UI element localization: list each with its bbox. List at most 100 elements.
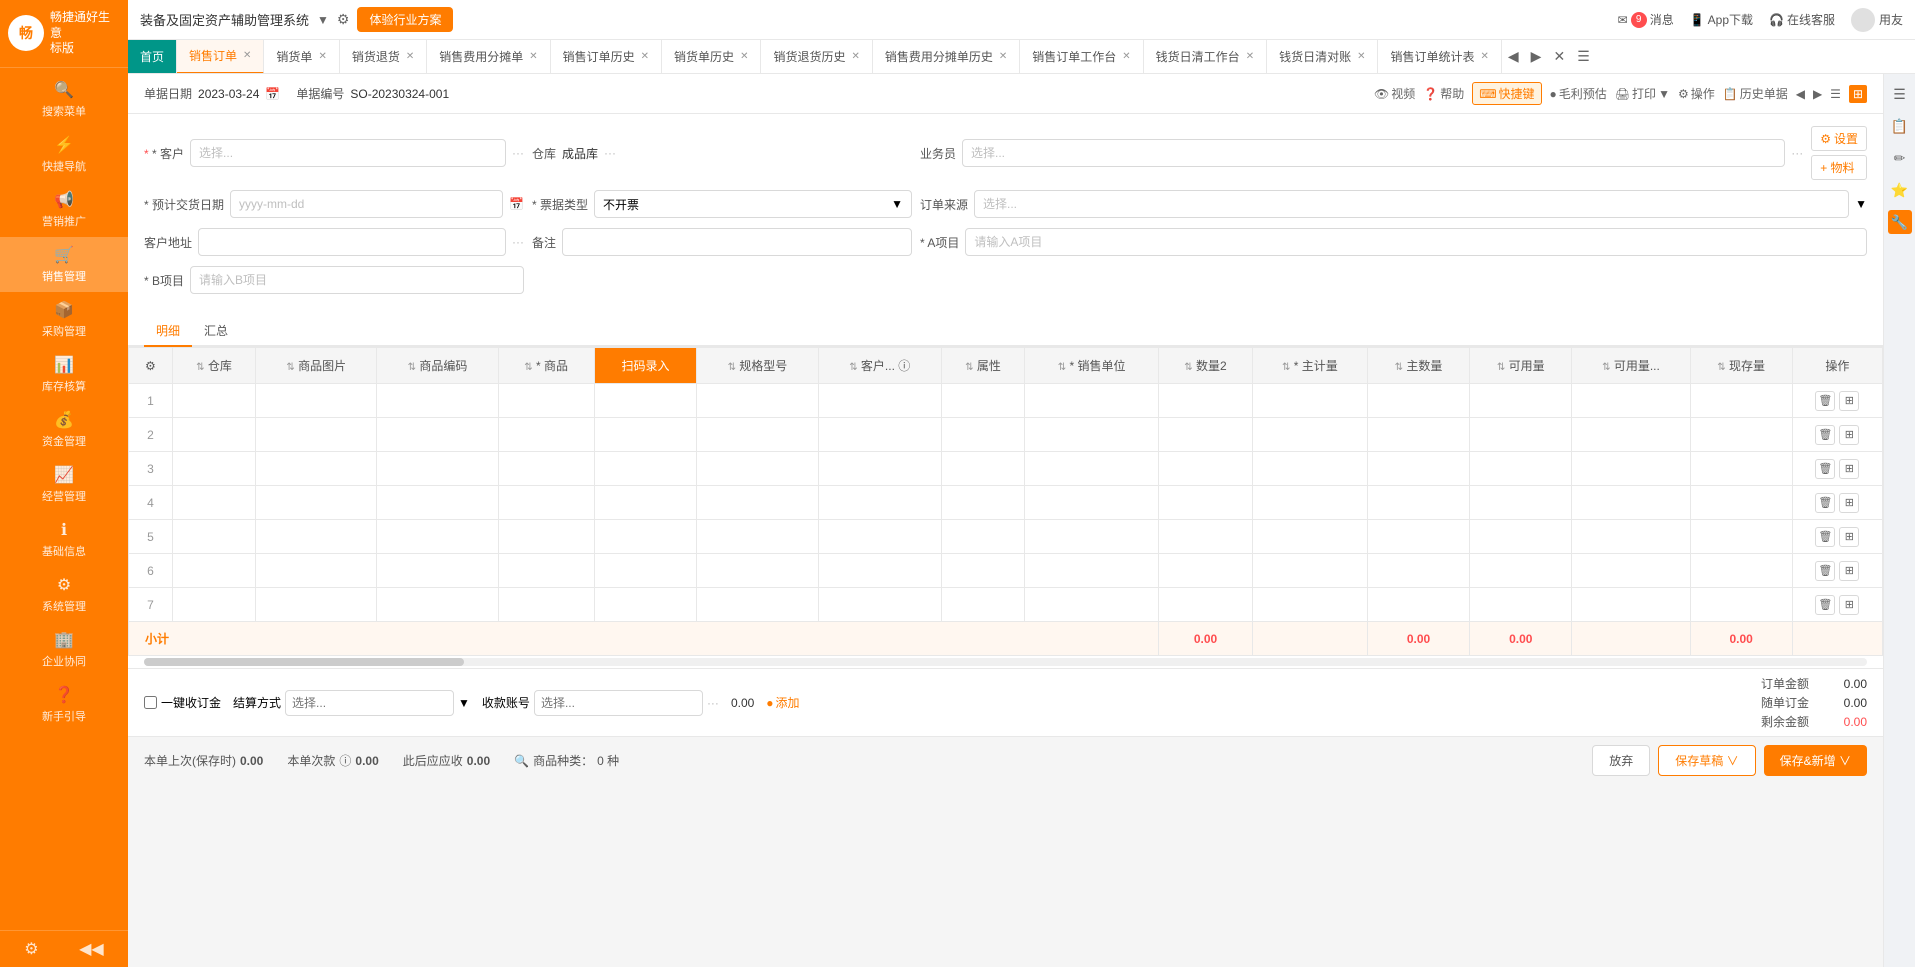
row-attr-5[interactable] — [941, 520, 1024, 554]
row-spec-3[interactable] — [697, 452, 818, 486]
view-btn[interactable]: 👁 视频 — [1374, 85, 1415, 102]
project-b-input[interactable] — [190, 266, 524, 294]
row-attr-6[interactable] — [941, 554, 1024, 588]
nav-prev-btn[interactable]: ◀ — [1796, 87, 1805, 101]
row-main-unit-1[interactable] — [1252, 384, 1367, 418]
row-current-5[interactable] — [1690, 520, 1792, 554]
row-copy-2[interactable]: ⊞ — [1839, 425, 1859, 445]
row-product-6[interactable] — [498, 554, 594, 588]
row-avail2-5[interactable] — [1572, 520, 1690, 554]
row-delete-7[interactable]: 🗑 — [1815, 595, 1835, 615]
delivery-date-input[interactable] — [230, 190, 503, 218]
row-attr-7[interactable] — [941, 588, 1024, 622]
row-unit-4[interactable] — [1025, 486, 1159, 520]
right-panel-icon-1[interactable]: ☰ — [1888, 82, 1912, 106]
order-source-input[interactable] — [974, 190, 1849, 218]
profit-btn[interactable]: ● 毛利预估 — [1550, 85, 1607, 102]
row-copy-6[interactable]: ⊞ — [1839, 561, 1859, 581]
col-settings[interactable]: ⚙ — [129, 348, 173, 384]
row-warehouse-1[interactable] — [172, 384, 255, 418]
tab-close-7[interactable]: ✕ — [851, 51, 859, 62]
delivery-date-icon[interactable]: 📅 — [509, 197, 524, 211]
row-main-unit-3[interactable] — [1252, 452, 1367, 486]
row-spec-1[interactable] — [697, 384, 818, 418]
row-delete-5[interactable]: 🗑 — [1815, 527, 1835, 547]
row-current-6[interactable] — [1690, 554, 1792, 588]
tab-item-7[interactable]: 销货退货历史✕ — [761, 40, 872, 74]
row-current-7[interactable] — [1690, 588, 1792, 622]
row-attr-3[interactable] — [941, 452, 1024, 486]
row-spec-4[interactable] — [697, 486, 818, 520]
row-warehouse-2[interactable] — [172, 418, 255, 452]
row-cust-attr-3[interactable] — [818, 452, 941, 486]
row-avail2-6[interactable] — [1572, 554, 1690, 588]
sidebar-item-6[interactable]: 💰资金管理 — [0, 402, 128, 457]
row-warehouse-7[interactable] — [172, 588, 255, 622]
row-qty2-3[interactable] — [1159, 452, 1253, 486]
row-avail2-3[interactable] — [1572, 452, 1690, 486]
tab-next-btn[interactable]: ▶ — [1525, 40, 1548, 74]
row-main-qty-2[interactable] — [1367, 418, 1469, 452]
row-attr-1[interactable] — [941, 384, 1024, 418]
row-main-qty-5[interactable] — [1367, 520, 1469, 554]
row-avail-2[interactable] — [1470, 418, 1572, 452]
message-btn[interactable]: ✉ 9 消息 — [1618, 11, 1674, 28]
row-code-1[interactable] — [377, 384, 498, 418]
row-qty2-7[interactable] — [1159, 588, 1253, 622]
tab-item-10[interactable]: 钱货日清工作台✕ — [1144, 40, 1267, 74]
row-main-qty-6[interactable] — [1367, 554, 1469, 588]
row-avail-7[interactable] — [1470, 588, 1572, 622]
customer-more-icon[interactable]: ··· — [512, 146, 524, 160]
row-unit-6[interactable] — [1025, 554, 1159, 588]
row-code-5[interactable] — [377, 520, 498, 554]
row-cust-attr-7[interactable] — [818, 588, 941, 622]
account-input[interactable] — [534, 690, 703, 716]
sidebar-item-4[interactable]: 📦采购管理 — [0, 292, 128, 347]
right-panel-icon-5[interactable]: 🔧 — [1888, 210, 1912, 234]
row-unit-7[interactable] — [1025, 588, 1159, 622]
row-code-4[interactable] — [377, 486, 498, 520]
sidebar-item-8[interactable]: ℹ基础信息 — [0, 512, 128, 567]
online-service-btn[interactable]: 🎧 在线客服 — [1769, 11, 1835, 28]
add-btn[interactable]: ● 添加 — [766, 694, 799, 711]
row-current-1[interactable] — [1690, 384, 1792, 418]
row-main-qty-3[interactable] — [1367, 452, 1469, 486]
row-avail2-4[interactable] — [1572, 486, 1690, 520]
tab-close-9[interactable]: ✕ — [1122, 51, 1130, 62]
row-avail-5[interactable] — [1470, 520, 1572, 554]
quick-close-input[interactable] — [144, 696, 157, 709]
sidebar-bottom-collapse[interactable]: ◀◀ — [79, 939, 104, 959]
save-new-btn[interactable]: 保存&新增 ∨ — [1764, 745, 1867, 776]
tab-close-6[interactable]: ✕ — [740, 51, 748, 62]
tab-item-1[interactable]: 销售订单✕ — [177, 40, 264, 74]
tab-item-0[interactable]: 首页 — [128, 40, 177, 74]
table-view-btn[interactable]: ⊞ — [1849, 85, 1867, 103]
row-unit-5[interactable] — [1025, 520, 1159, 554]
row-avail2-2[interactable] — [1572, 418, 1690, 452]
row-qty2-1[interactable] — [1159, 384, 1253, 418]
col-scan[interactable]: 扫码录入 — [594, 348, 697, 384]
row-code-6[interactable] — [377, 554, 498, 588]
table-scrollbar[interactable] — [128, 656, 1883, 668]
print-btn[interactable]: 🖨 打印 ▼ — [1615, 85, 1670, 102]
row-copy-3[interactable]: ⊞ — [1839, 459, 1859, 479]
row-delete-1[interactable]: 🗑 — [1815, 391, 1835, 411]
row-main-unit-5[interactable] — [1252, 520, 1367, 554]
row-current-2[interactable] — [1690, 418, 1792, 452]
row-spec-5[interactable] — [697, 520, 818, 554]
right-panel-icon-3[interactable]: ✏ — [1888, 146, 1912, 170]
row-main-unit-4[interactable] — [1252, 486, 1367, 520]
row-product-2[interactable] — [498, 418, 594, 452]
row-unit-2[interactable] — [1025, 418, 1159, 452]
grid-view-btn[interactable]: ☰ — [1830, 87, 1841, 101]
row-cust-attr-5[interactable] — [818, 520, 941, 554]
row-warehouse-3[interactable] — [172, 452, 255, 486]
tab-item-12[interactable]: 销售订单统计表✕ — [1378, 40, 1501, 74]
row-warehouse-4[interactable] — [172, 486, 255, 520]
row-current-3[interactable] — [1690, 452, 1792, 486]
tab-item-4[interactable]: 销售费用分摊单✕ — [427, 40, 550, 74]
tab-menu-btn[interactable]: ☰ — [1571, 40, 1596, 74]
row-main-qty-1[interactable] — [1367, 384, 1469, 418]
row-main-unit-6[interactable] — [1252, 554, 1367, 588]
row-current-4[interactable] — [1690, 486, 1792, 520]
